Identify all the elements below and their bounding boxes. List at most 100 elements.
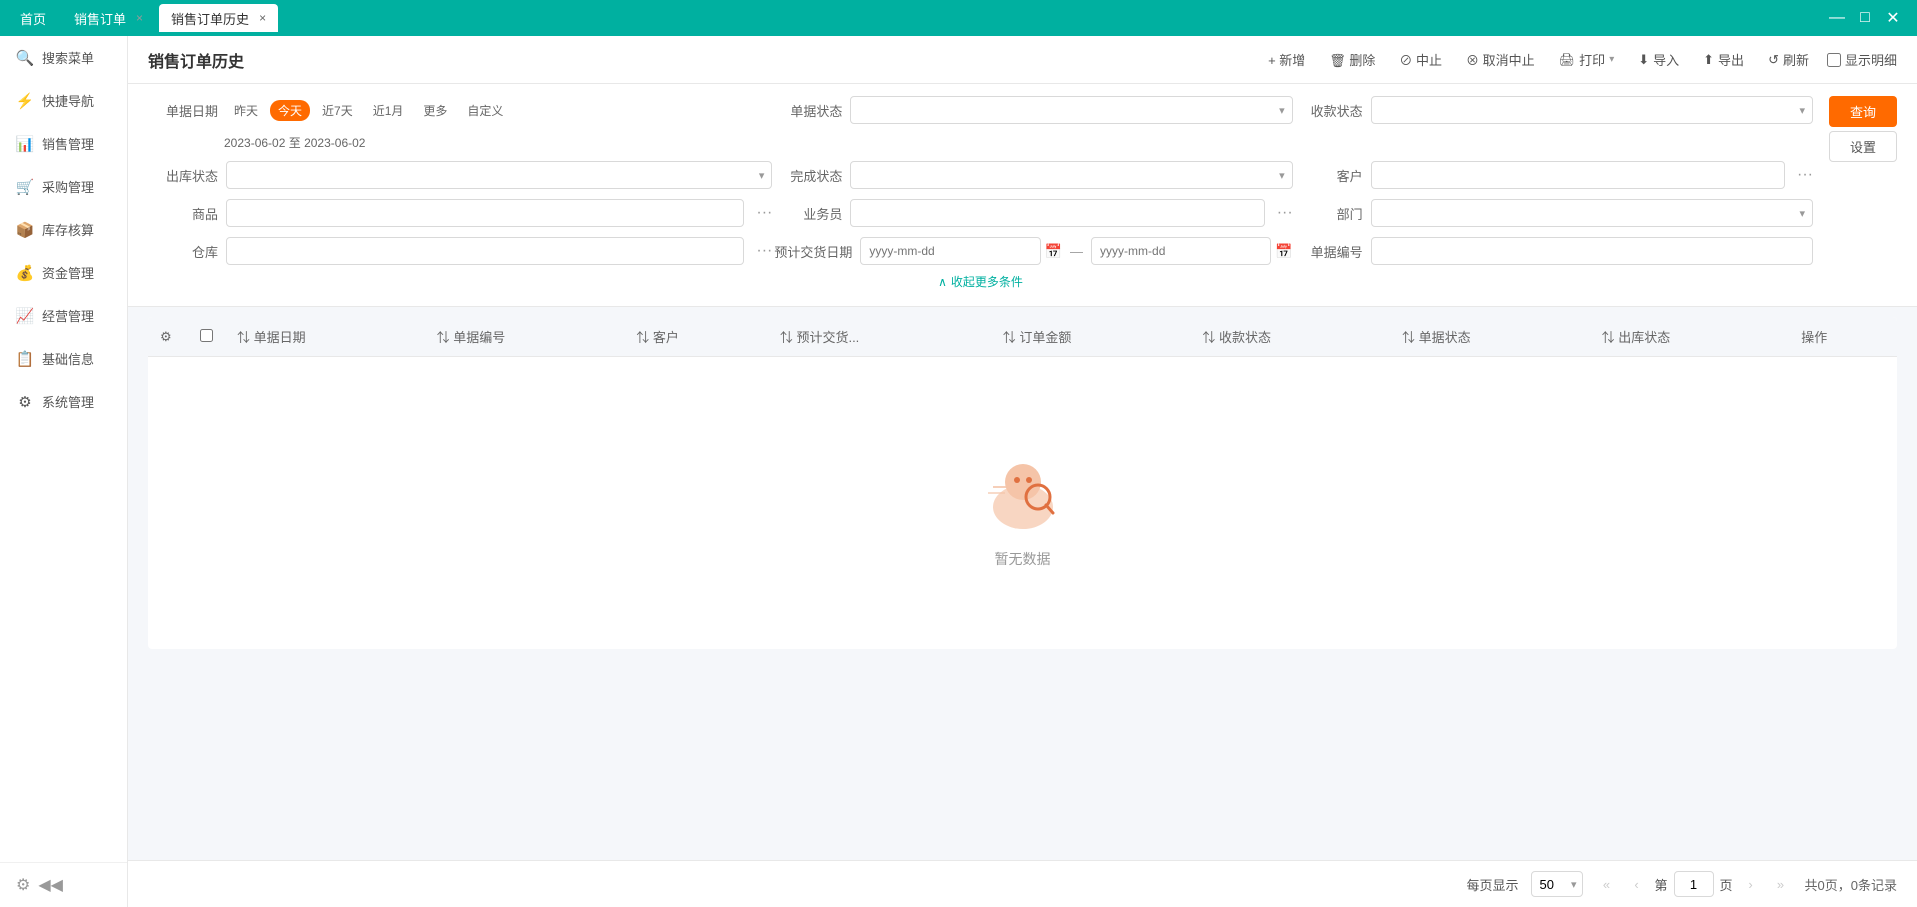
expected-delivery-start[interactable]: [860, 237, 1040, 265]
th-checkbox[interactable]: [188, 317, 225, 357]
date-tag-7days[interactable]: 近7天: [314, 100, 361, 121]
sidebar-item-basic-info[interactable]: 📋 基础信息: [0, 337, 127, 380]
customer-input[interactable]: [1371, 161, 1785, 189]
sidebar-item-sales-mgmt[interactable]: 📊 销售管理: [0, 122, 127, 165]
sidebar-item-operations[interactable]: 📈 经营管理: [0, 294, 127, 337]
order-status-select[interactable]: [850, 96, 1292, 124]
sidebar-item-quick-nav[interactable]: ⚡ 快捷导航: [0, 79, 127, 122]
dept-select[interactable]: [1371, 199, 1813, 227]
tab-sales-order-history[interactable]: 销售订单历史 ×: [159, 4, 278, 32]
page-header: 销售订单历史 + 新增 🗑 删除 ⊘ 中止 ⊗ 取消中止 🖨 🖨 打印 打印 ▾…: [128, 36, 1917, 84]
payment-status-select-wrapper: ▾: [1371, 96, 1813, 124]
per-page-select[interactable]: 50 10 20 100: [1531, 871, 1583, 897]
basic-info-icon: 📋: [16, 350, 34, 368]
page-label: 第: [1655, 875, 1668, 894]
date-filter: 昨天 今天 近7天 近1月 更多 自定义: [226, 100, 772, 121]
goods-input[interactable]: [226, 199, 744, 227]
customer-label: 客户: [1293, 166, 1363, 185]
sidebar-item-purchase-mgmt[interactable]: 🛒 采购管理: [0, 165, 127, 208]
order-status-select-wrapper: ▾: [850, 96, 1292, 124]
completion-status-select[interactable]: [850, 161, 1292, 189]
date-tag-custom[interactable]: 自定义: [459, 100, 511, 121]
sidebar-collapse-icon[interactable]: ◀◀: [38, 875, 63, 895]
date-tag-1month[interactable]: 近1月: [365, 100, 412, 121]
outbound-status-select[interactable]: [226, 161, 772, 189]
last-page-button[interactable]: »: [1769, 872, 1793, 896]
export-button[interactable]: ⬆ 导出: [1697, 46, 1750, 73]
tab-sales-order[interactable]: 销售订单 ×: [62, 4, 155, 32]
table-area: ⚙ ⇅ 单据日期 ⇅ 单据编号 ⇅: [128, 307, 1917, 860]
close-button[interactable]: ✕: [1885, 10, 1901, 26]
sidebar-item-operations-label: 经营管理: [42, 306, 94, 325]
tab-sales-order-label: 销售订单: [74, 9, 126, 28]
data-table: ⚙ ⇅ 单据日期 ⇅ 单据编号 ⇅: [148, 317, 1897, 649]
finance-icon: 💰: [16, 264, 34, 282]
first-page-button[interactable]: «: [1595, 872, 1619, 896]
customer-dots[interactable]: ···: [1797, 166, 1813, 184]
print-chevron: ▾: [1609, 54, 1614, 65]
select-all-checkbox[interactable]: [200, 329, 213, 342]
tab-home[interactable]: 首页: [8, 4, 58, 32]
settings-button[interactable]: 设置: [1829, 131, 1897, 162]
order-number-input[interactable]: [1371, 237, 1813, 265]
delete-button[interactable]: 🗑 删除: [1323, 46, 1381, 73]
maximize-button[interactable]: □: [1857, 10, 1873, 26]
tab-sales-order-history-close[interactable]: ×: [259, 11, 266, 25]
tab-sales-order-history-label: 销售订单历史: [171, 9, 249, 28]
th-expected-delivery: ⇅ 预计交货...: [768, 317, 991, 357]
sidebar-item-quick-nav-label: 快捷导航: [42, 91, 94, 110]
empty-illustration: [973, 437, 1073, 537]
sidebar-item-search-menu[interactable]: 🔍 搜索菜单: [0, 36, 127, 79]
goods-dots[interactable]: ···: [756, 204, 772, 222]
date-tag-more[interactable]: 更多: [415, 100, 455, 121]
date-tag-today[interactable]: 今天: [270, 100, 310, 121]
show-detail-checkbox-label[interactable]: 显示明细: [1827, 50, 1897, 69]
refresh-button[interactable]: ↺ 刷新: [1762, 46, 1815, 73]
expected-delivery-end[interactable]: [1091, 237, 1271, 265]
print-icon: 🖨: [1559, 52, 1576, 68]
th-settings[interactable]: ⚙: [148, 317, 188, 357]
show-detail-checkbox[interactable]: [1827, 53, 1841, 67]
calendar-end-icon[interactable]: 📅: [1275, 243, 1292, 260]
order-status-label: 单据状态: [772, 101, 842, 120]
operations-icon: 📈: [16, 307, 34, 325]
completion-status-label: 完成状态: [772, 166, 842, 185]
sys-mgmt-icon: ⚙: [16, 393, 34, 411]
date-range-row: 2023-06-02 至 2023-06-02: [224, 134, 1813, 151]
query-button[interactable]: 查询: [1829, 96, 1897, 127]
import-button[interactable]: ⬇ 导入: [1632, 46, 1685, 73]
payment-status-select[interactable]: [1371, 96, 1813, 124]
prev-page-button[interactable]: ‹: [1625, 872, 1649, 896]
warehouse-input[interactable]: [226, 237, 744, 265]
pagination: « ‹ 第 1 页 › »: [1595, 871, 1793, 897]
refresh-icon: ↺: [1768, 52, 1779, 68]
th-customer: ⇅ 客户: [624, 317, 768, 357]
th-outbound-status: ⇅ 出库状态: [1590, 317, 1790, 357]
new-button[interactable]: + 新增: [1262, 46, 1311, 73]
salesperson-dots[interactable]: ···: [1277, 204, 1293, 222]
collapse-bar[interactable]: ∧ 收起更多条件: [148, 269, 1813, 294]
cancel-stop-button[interactable]: ⊗ 取消中止: [1460, 46, 1541, 73]
sidebar-item-purchase-mgmt-label: 采购管理: [42, 177, 94, 196]
th-order-status: ⇅ 单据状态: [1390, 317, 1590, 357]
table-footer: 每页显示 50 10 20 100 ▾ « ‹ 第 1 页 › » 共0页，0条…: [128, 860, 1917, 907]
sidebar-settings-icon[interactable]: ⚙: [16, 875, 30, 895]
empty-text: 暂无数据: [995, 549, 1051, 569]
sidebar-item-inventory[interactable]: 📦 库存核算: [0, 208, 127, 251]
sidebar-item-sys-mgmt[interactable]: ⚙ 系统管理: [0, 380, 127, 423]
calendar-start-icon[interactable]: 📅: [1045, 243, 1062, 260]
current-page-input[interactable]: 1: [1674, 871, 1714, 897]
date-tag-yesterday[interactable]: 昨天: [226, 100, 266, 121]
minimize-button[interactable]: —: [1829, 10, 1845, 26]
warehouse-dots[interactable]: ···: [756, 242, 772, 260]
tab-sales-order-close[interactable]: ×: [136, 11, 143, 25]
sidebar: 🔍 搜索菜单 ⚡ 快捷导航 📊 销售管理 🛒 采购管理 📦 库存核算 💰 资金管…: [0, 36, 128, 907]
query-set-area: 查询 设置: [1829, 96, 1897, 162]
print-button[interactable]: 🖨 🖨 打印 打印 ▾: [1553, 46, 1621, 73]
sidebar-item-inventory-label: 库存核算: [42, 220, 94, 239]
salesperson-input[interactable]: [850, 199, 1264, 227]
outbound-status-select-wrapper: ▾: [226, 161, 772, 189]
next-page-button[interactable]: ›: [1739, 872, 1763, 896]
stop-button[interactable]: ⊘ 中止: [1393, 46, 1448, 73]
sidebar-item-finance[interactable]: 💰 资金管理: [0, 251, 127, 294]
